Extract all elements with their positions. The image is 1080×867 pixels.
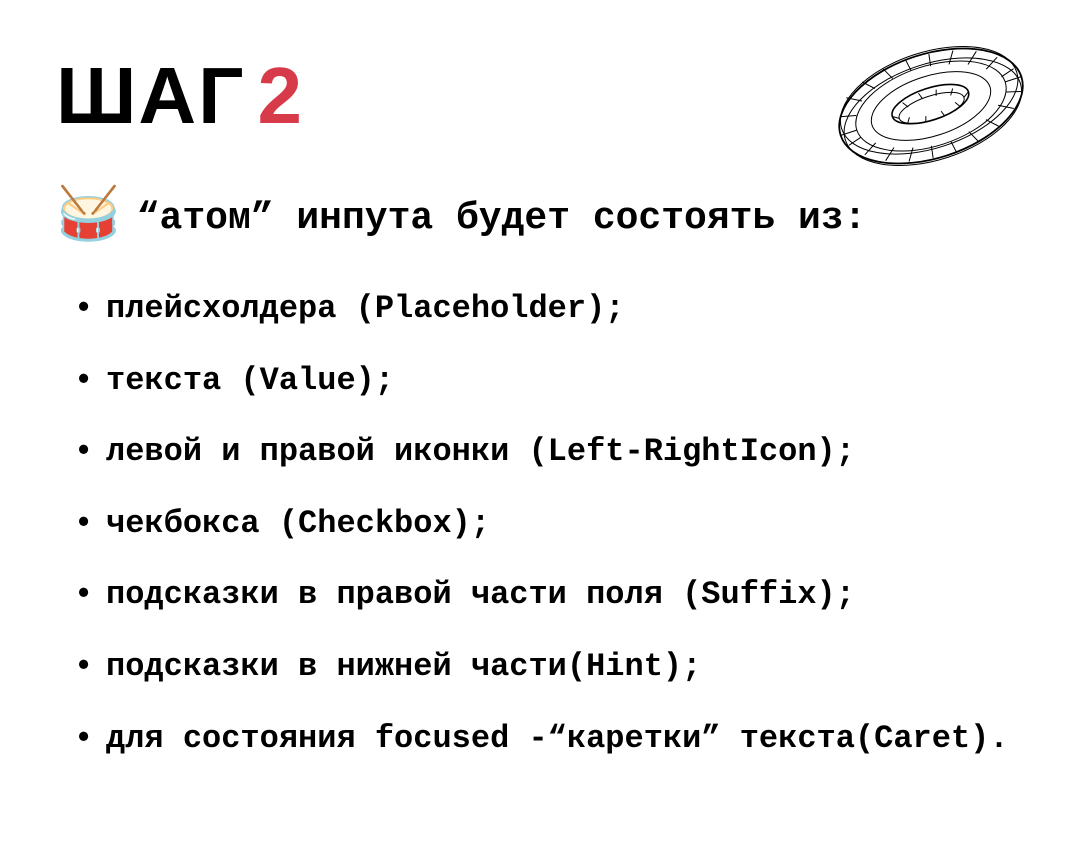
list-item: подсказки в нижней части(Hint); xyxy=(66,646,1024,688)
list-item: для состояния focused -“каретки” текста(… xyxy=(66,718,1024,760)
subtitle-text: “атом” инпута будет состоять из: xyxy=(137,197,867,240)
slide: ШАГ2 xyxy=(0,0,1080,867)
list-item: подсказки в правой части поля (Suffix); xyxy=(66,574,1024,616)
title-number: 2 xyxy=(258,51,305,140)
subtitle-row: 🥁 “атом” инпута будет состоять из: xyxy=(56,192,1024,244)
torus-icon xyxy=(826,26,1036,186)
items-list: плейсхолдера (Placeholder); текста (Valu… xyxy=(66,288,1024,759)
list-item: плейсхолдера (Placeholder); xyxy=(66,288,1024,330)
list-item: чекбокса (Checkbox); xyxy=(66,503,1024,545)
title-word: ШАГ xyxy=(56,51,246,140)
drum-icon: 🥁 xyxy=(56,192,121,244)
list-item: левой и правой иконки (Left-RightIcon); xyxy=(66,431,1024,473)
list-item: текста (Value); xyxy=(66,360,1024,402)
